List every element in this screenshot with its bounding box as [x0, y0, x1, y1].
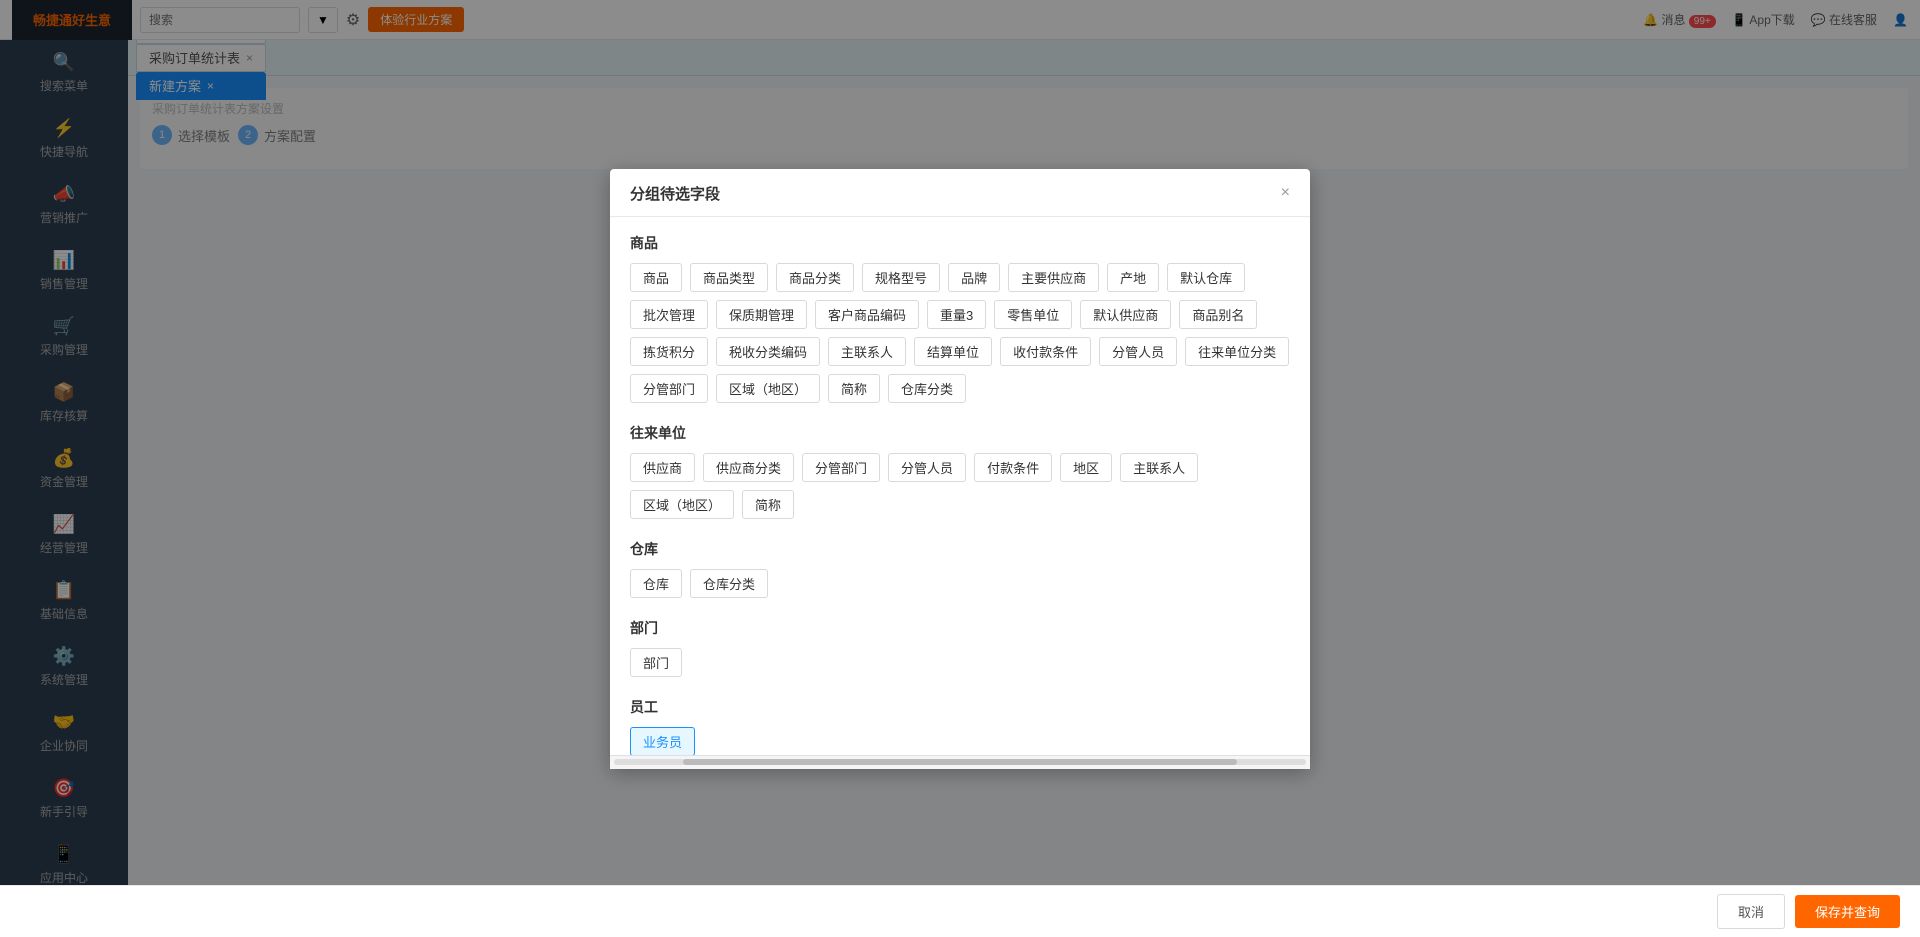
field-tag-0-0[interactable]: 商品 — [630, 263, 682, 292]
modal-close-button[interactable]: × — [1281, 184, 1290, 202]
save-button[interactable]: 保存并查询 — [1795, 895, 1900, 928]
field-tag-0-3[interactable]: 规格型号 — [862, 263, 940, 292]
hscroll-track — [614, 759, 1306, 765]
field-tag-0-17[interactable]: 主联系人 — [828, 337, 906, 366]
field-tag-0-15[interactable]: 拣货积分 — [630, 337, 708, 366]
modal-title: 分组待选字段 — [630, 183, 720, 204]
field-tag-0-2[interactable]: 商品分类 — [776, 263, 854, 292]
field-tag-1-6[interactable]: 主联系人 — [1120, 453, 1198, 482]
field-tag-0-8[interactable]: 批次管理 — [630, 300, 708, 329]
field-tag-2-1[interactable]: 仓库分类 — [690, 569, 768, 598]
field-tag-1-2[interactable]: 分管部门 — [802, 453, 880, 482]
field-tag-4-0[interactable]: 业务员 — [630, 727, 695, 755]
field-tag-1-5[interactable]: 地区 — [1060, 453, 1112, 482]
field-tag-1-3[interactable]: 分管人员 — [888, 453, 966, 482]
field-tag-0-19[interactable]: 收付款条件 — [1000, 337, 1091, 366]
field-tag-0-20[interactable]: 分管人员 — [1099, 337, 1177, 366]
section-title-4: 员工 — [630, 697, 1290, 717]
field-grid-0: 商品商品类型商品分类规格型号品牌主要供应商产地默认仓库批次管理保质期管理客户商品… — [630, 263, 1290, 403]
modal-overlay: 分组待选字段 × 商品商品商品类型商品分类规格型号品牌主要供应商产地默认仓库批次… — [0, 0, 1920, 937]
section-title-0: 商品 — [630, 233, 1290, 253]
field-tag-0-23[interactable]: 区域（地区） — [716, 374, 820, 403]
section-title-2: 仓库 — [630, 539, 1290, 559]
field-tag-0-13[interactable]: 默认供应商 — [1080, 300, 1171, 329]
field-section-2: 仓库仓库仓库分类 — [630, 539, 1290, 598]
field-tag-1-7[interactable]: 区域（地区） — [630, 490, 734, 519]
field-grid-2: 仓库仓库分类 — [630, 569, 1290, 598]
field-grid-1: 供应商供应商分类分管部门分管人员付款条件地区主联系人区域（地区） 简称 — [630, 453, 1290, 519]
field-tag-0-18[interactable]: 结算单位 — [914, 337, 992, 366]
section-title-3: 部门 — [630, 618, 1290, 638]
field-tag-0-22[interactable]: 分管部门 — [630, 374, 708, 403]
field-tag-0-1[interactable]: 商品类型 — [690, 263, 768, 292]
page-footer: 取消 保存并查询 — [0, 885, 1920, 937]
field-tag-0-10[interactable]: 客户商品编码 — [815, 300, 919, 329]
field-tag-1-1[interactable]: 供应商分类 — [703, 453, 794, 482]
field-tag-0-6[interactable]: 产地 — [1107, 263, 1159, 292]
field-tag-0-5[interactable]: 主要供应商 — [1008, 263, 1099, 292]
field-tag-1-4[interactable]: 付款条件 — [974, 453, 1052, 482]
field-section-0: 商品商品商品类型商品分类规格型号品牌主要供应商产地默认仓库批次管理保质期管理客户… — [630, 233, 1290, 403]
field-tag-2-0[interactable]: 仓库 — [630, 569, 682, 598]
hscroll-thumb — [683, 759, 1237, 765]
section-title-1: 往来单位 — [630, 423, 1290, 443]
field-grid-3: 部门 — [630, 648, 1290, 677]
modal-horizontal-scrollbar[interactable] — [610, 755, 1310, 769]
field-section-1: 往来单位供应商供应商分类分管部门分管人员付款条件地区主联系人区域（地区） 简称 — [630, 423, 1290, 519]
field-tag-0-11[interactable]: 重量3 — [927, 300, 986, 329]
field-section-4: 员工业务员 — [630, 697, 1290, 755]
field-tag-0-9[interactable]: 保质期管理 — [716, 300, 807, 329]
field-tag-0-7[interactable]: 默认仓库 — [1167, 263, 1245, 292]
modal-sections-container: 商品商品商品类型商品分类规格型号品牌主要供应商产地默认仓库批次管理保质期管理客户… — [630, 233, 1290, 755]
field-section-3: 部门部门 — [630, 618, 1290, 677]
field-tag-0-25[interactable]: 仓库分类 — [888, 374, 966, 403]
field-tag-0-16[interactable]: 税收分类编码 — [716, 337, 820, 366]
field-tag-0-12[interactable]: 零售单位 — [994, 300, 1072, 329]
modal-body[interactable]: 商品商品商品类型商品分类规格型号品牌主要供应商产地默认仓库批次管理保质期管理客户… — [610, 217, 1310, 755]
field-tag-0-4[interactable]: 品牌 — [948, 263, 1000, 292]
field-tag-0-24[interactable]: 简称 — [828, 374, 880, 403]
modal: 分组待选字段 × 商品商品商品类型商品分类规格型号品牌主要供应商产地默认仓库批次… — [610, 169, 1310, 769]
modal-header: 分组待选字段 × — [610, 169, 1310, 217]
cancel-button[interactable]: 取消 — [1717, 894, 1785, 929]
field-tag-0-14[interactable]: 商品别名 — [1179, 300, 1257, 329]
field-tag-0-21[interactable]: 往来单位分类 — [1185, 337, 1289, 366]
field-tag-1-8[interactable]: 简称 — [742, 490, 794, 519]
field-tag-1-0[interactable]: 供应商 — [630, 453, 695, 482]
field-grid-4: 业务员 — [630, 727, 1290, 755]
field-tag-3-0[interactable]: 部门 — [630, 648, 682, 677]
